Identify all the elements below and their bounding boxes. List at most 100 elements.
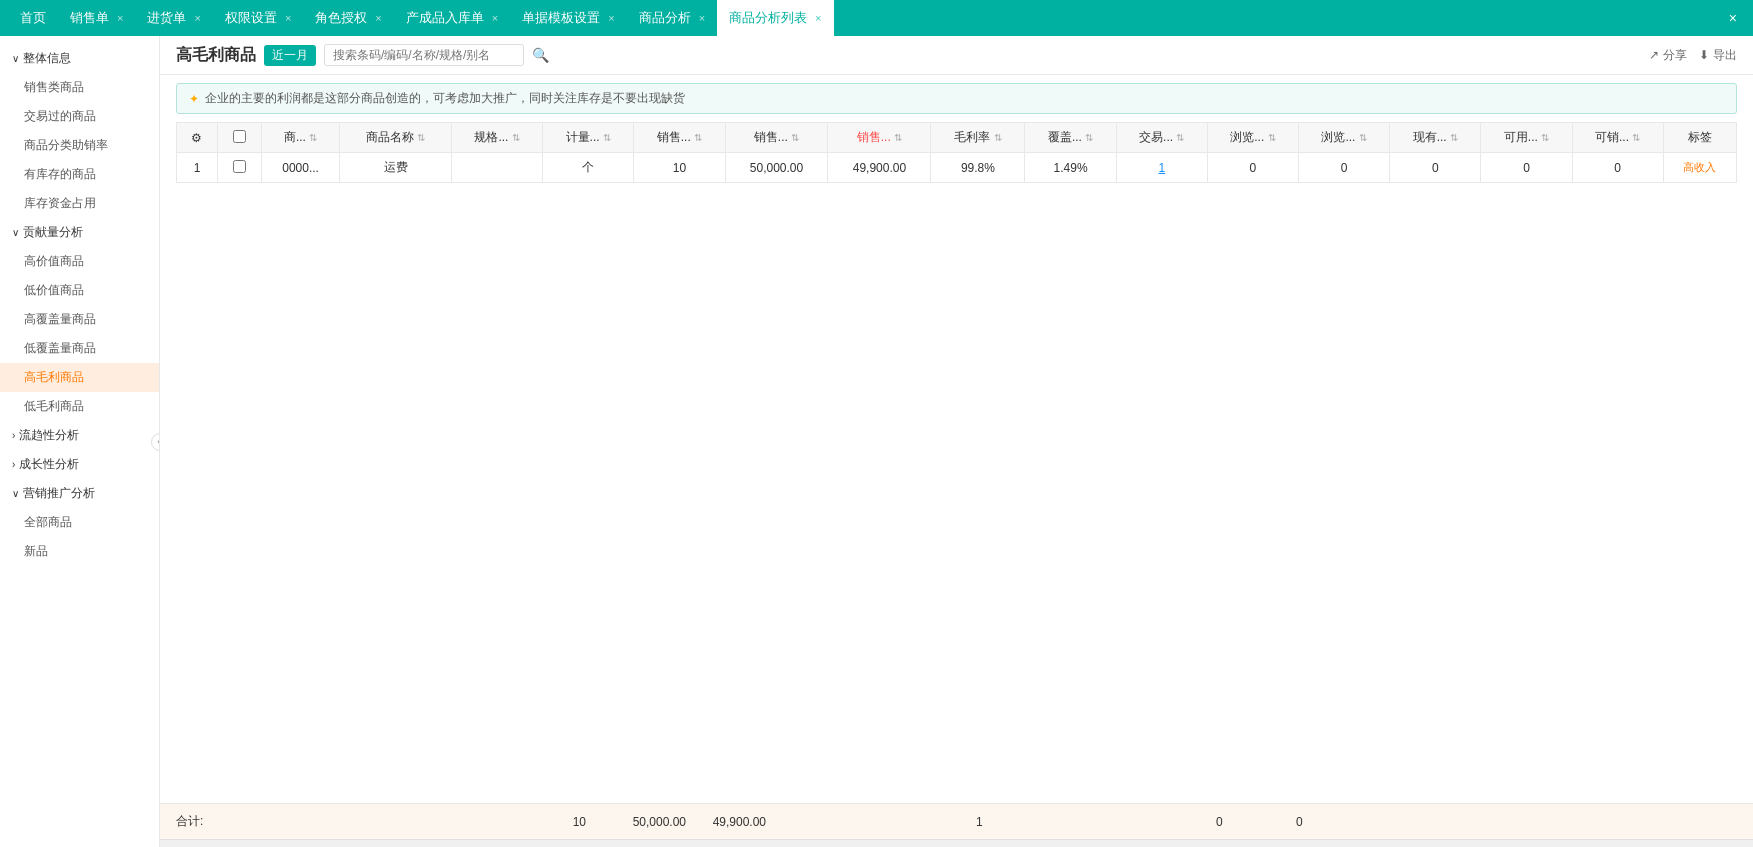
sidebar-item-high-coverage[interactable]: 高覆盖量商品 <box>0 305 159 334</box>
sort-icon: ⇅ <box>417 132 425 143</box>
sort-icon: ⇅ <box>894 132 902 143</box>
cell-sales-profit: 49,900.00 <box>828 153 931 183</box>
th-code[interactable]: 商... ⇅ <box>261 123 340 153</box>
period-button[interactable]: 近一月 <box>264 45 316 66</box>
select-all-checkbox[interactable] <box>233 130 246 143</box>
th-unit[interactable]: 计量... ⇅ <box>543 123 634 153</box>
cell-name: 运费 <box>340 153 452 183</box>
sidebar-group-overall[interactable]: ∨ 整体信息 <box>0 44 159 73</box>
main-layout: « ∨ 整体信息 销售类商品 交易过的商品 商品分类助销率 有库存的商品 库存资… <box>0 36 1753 847</box>
sidebar-item-stock-capital[interactable]: 库存资金占用 <box>0 189 159 218</box>
bottom-scrollbar[interactable] <box>160 839 1753 847</box>
data-table: ⚙ 商... ⇅ 商品名称 ⇅ 规格... ⇅ 计量... ⇅ 销售... ⇅ … <box>176 122 1737 183</box>
cell-browse1: 0 <box>1207 153 1298 183</box>
sidebar-group-contribution[interactable]: ∨ 贡献量分析 <box>0 218 159 247</box>
cell-index: 1 <box>177 153 218 183</box>
sidebar-item-high-margin[interactable]: 高毛利商品 <box>0 363 159 392</box>
cell-tag: 高收入 <box>1663 153 1736 183</box>
sidebar-item-sales-goods[interactable]: 销售类商品 <box>0 73 159 102</box>
th-name[interactable]: 商品名称 ⇅ <box>340 123 452 153</box>
sidebar-group-marketing[interactable]: ∨ 营销推广分析 <box>0 479 159 508</box>
sidebar-item-low-margin[interactable]: 低毛利商品 <box>0 392 159 421</box>
th-tag[interactable]: 标签 <box>1663 123 1736 153</box>
cell-usable-stock: 0 <box>1481 153 1572 183</box>
nav-tab-permission[interactable]: 权限设置 × <box>213 0 303 36</box>
close-icon[interactable]: × <box>117 12 123 24</box>
cell-transaction[interactable]: 1 <box>1116 153 1207 183</box>
row-checkbox[interactable] <box>233 160 246 173</box>
close-all-tabs-button[interactable]: × <box>1721 10 1745 26</box>
sidebar-item-stocked-goods[interactable]: 有库存的商品 <box>0 160 159 189</box>
close-icon[interactable]: × <box>492 12 498 24</box>
sidebar-item-all-goods[interactable]: 全部商品 <box>0 508 159 537</box>
th-browse1[interactable]: 浏览... ⇅ <box>1207 123 1298 153</box>
sidebar-group-trend[interactable]: › 流趋性分析 <box>0 421 159 450</box>
cell-saleable-stock: 0 <box>1572 153 1663 183</box>
table-row: 1 0000... 运费 个 10 50,000.00 49,900.00 99… <box>177 153 1737 183</box>
nav-tab-analysis[interactable]: 商品分析 × <box>627 0 717 36</box>
sidebar-item-low-coverage[interactable]: 低覆盖量商品 <box>0 334 159 363</box>
cell-gross-rate: 99.8% <box>931 153 1025 183</box>
sort-icon: ⇅ <box>694 132 702 143</box>
export-button[interactable]: ⬇ 导出 <box>1699 47 1737 64</box>
total-transaction: 1 <box>939 815 1019 829</box>
cell-current-stock: 0 <box>1390 153 1481 183</box>
th-usable-stock[interactable]: 可用... ⇅ <box>1481 123 1572 153</box>
top-nav: 首页 销售单 × 进货单 × 权限设置 × 角色授权 × 产成品入库单 × 单据… <box>0 0 1753 36</box>
close-icon[interactable]: × <box>194 12 200 24</box>
th-spec[interactable]: 规格... ⇅ <box>451 123 542 153</box>
total-sales-qty: 10 <box>539 815 619 829</box>
th-browse2[interactable]: 浏览... ⇅ <box>1299 123 1390 153</box>
sort-icon: ⇅ <box>603 132 611 143</box>
total-rate-spacer <box>779 815 859 829</box>
sort-icon: ⇅ <box>309 132 317 143</box>
sidebar-item-high-value[interactable]: 高价值商品 <box>0 247 159 276</box>
total-spacer4 <box>459 815 539 829</box>
close-icon[interactable]: × <box>815 12 821 24</box>
nav-tab-analysis-list[interactable]: 商品分析列表 × <box>717 0 833 36</box>
close-icon[interactable]: × <box>375 12 381 24</box>
total-browse1 <box>1019 815 1099 829</box>
nav-tab-sales[interactable]: 销售单 × <box>58 0 135 36</box>
close-icon[interactable]: × <box>608 12 614 24</box>
sidebar-group-growth[interactable]: › 成长性分析 <box>0 450 159 479</box>
th-coverage[interactable]: 覆盖... ⇅ <box>1025 123 1116 153</box>
th-saleable-stock[interactable]: 可销... ⇅ <box>1572 123 1663 153</box>
footer-total: 合计: 10 50,000.00 49,900.00 1 0 0 <box>160 803 1753 839</box>
total-spacer3 <box>379 815 459 829</box>
cell-checkbox[interactable] <box>217 153 261 183</box>
nav-tab-home[interactable]: 首页 <box>8 0 58 36</box>
close-icon[interactable]: × <box>285 12 291 24</box>
share-button[interactable]: ↗ 分享 <box>1649 47 1687 64</box>
th-transaction[interactable]: 交易... ⇅ <box>1116 123 1207 153</box>
sidebar-item-low-value[interactable]: 低价值商品 <box>0 276 159 305</box>
sort-icon: ⇅ <box>1632 132 1640 143</box>
cell-browse2: 0 <box>1299 153 1390 183</box>
search-input[interactable] <box>324 44 524 66</box>
close-icon[interactable]: × <box>699 12 705 24</box>
th-current-stock[interactable]: 现有... ⇅ <box>1390 123 1481 153</box>
content-header: 高毛利商品 近一月 🔍 ↗ 分享 ⬇ 导出 <box>160 36 1753 75</box>
nav-tab-template[interactable]: 单据模板设置 × <box>510 0 626 36</box>
th-sales-profit[interactable]: 销售... ⇅ <box>828 123 931 153</box>
chevron-right-icon: › <box>12 430 15 441</box>
header-actions: ↗ 分享 ⬇ 导出 <box>1649 47 1737 64</box>
chevron-right-icon: › <box>12 459 15 470</box>
sidebar-item-new-goods[interactable]: 新品 <box>0 537 159 566</box>
share-icon: ↗ <box>1649 48 1659 62</box>
chevron-down-icon: ∨ <box>12 488 19 499</box>
nav-tab-purchase[interactable]: 进货单 × <box>135 0 212 36</box>
tip-icon: ✦ <box>189 92 199 106</box>
cell-coverage: 1.49% <box>1025 153 1116 183</box>
th-checkbox[interactable] <box>217 123 261 153</box>
sidebar-item-traded-goods[interactable]: 交易过的商品 <box>0 102 159 131</box>
th-sales-qty[interactable]: 销售... ⇅ <box>634 123 725 153</box>
th-settings[interactable]: ⚙ <box>177 123 218 153</box>
sidebar-item-category-rate[interactable]: 商品分类助销率 <box>0 131 159 160</box>
nav-tab-product-in[interactable]: 产成品入库单 × <box>394 0 510 36</box>
total-values: 10 50,000.00 49,900.00 1 0 0 <box>219 815 1339 829</box>
nav-tab-role[interactable]: 角色授权 × <box>303 0 393 36</box>
search-button[interactable]: 🔍 <box>532 47 549 63</box>
th-gross-rate[interactable]: 毛利率 ⇅ <box>931 123 1025 153</box>
th-sales-amount[interactable]: 销售... ⇅ <box>725 123 828 153</box>
